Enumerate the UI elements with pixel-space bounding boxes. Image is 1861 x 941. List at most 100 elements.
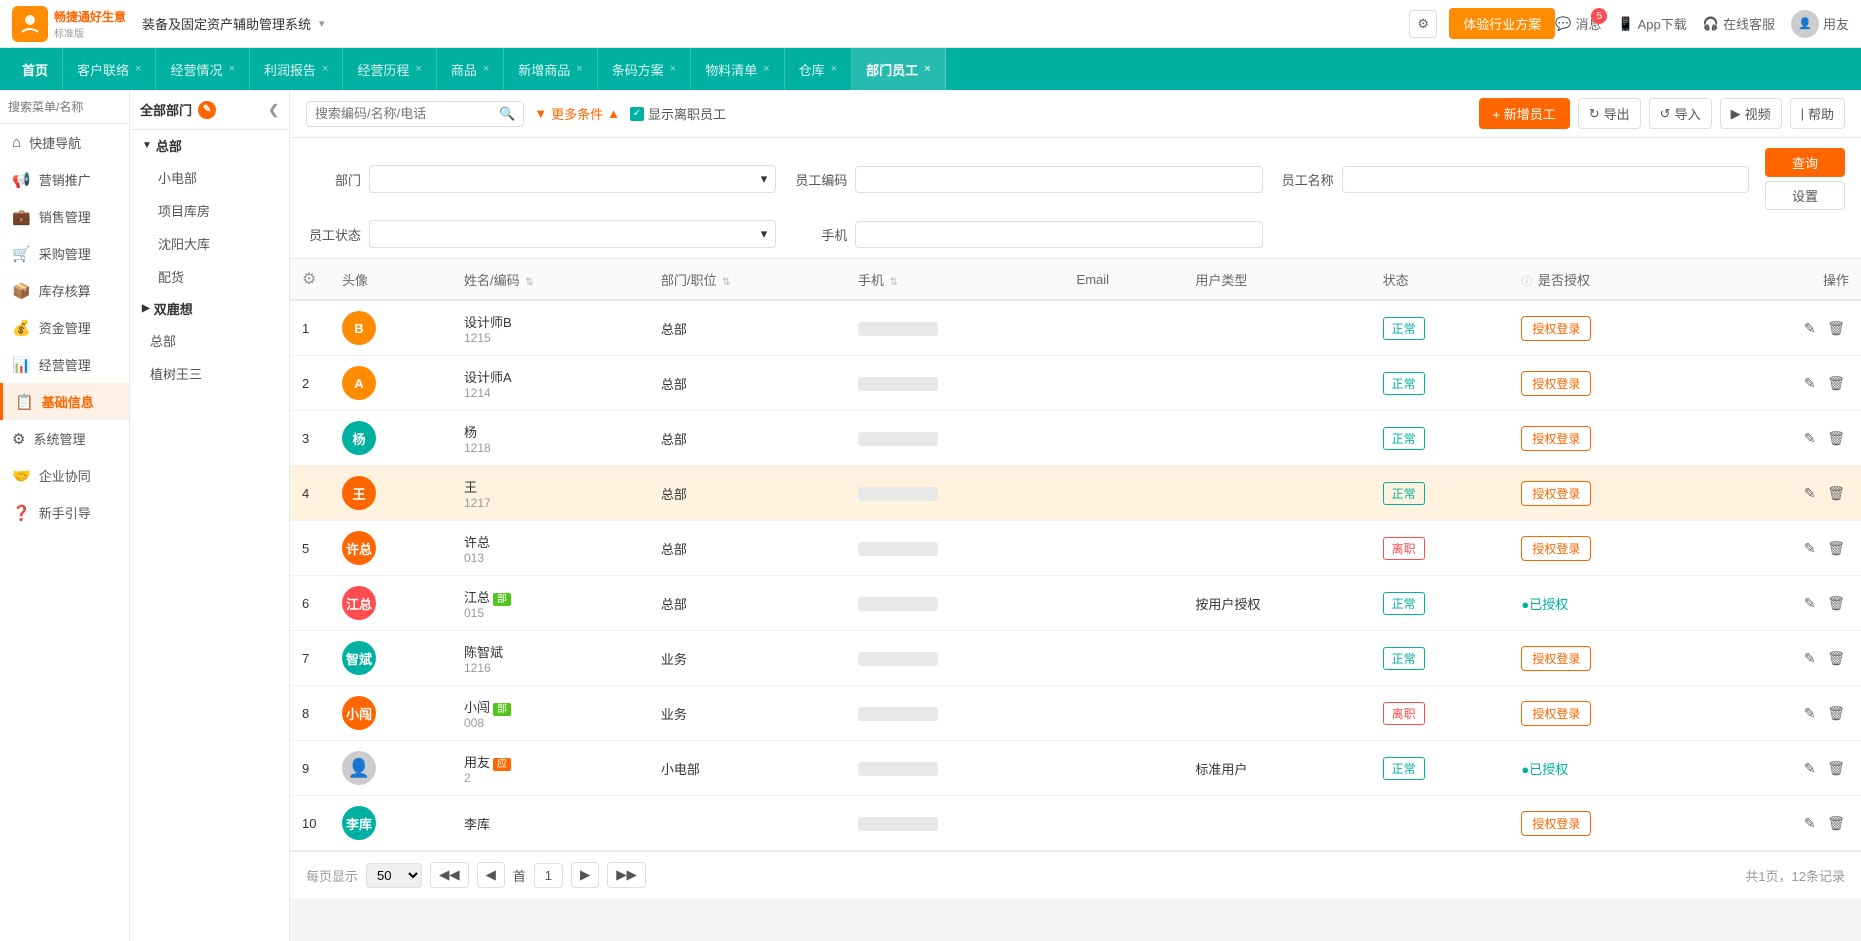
nav-tab-利润报告[interactable]: 利润报告×	[250, 48, 343, 90]
delete-button[interactable]: 🗑	[1823, 593, 1849, 614]
online-service-button[interactable]: 🎧 在线客服	[1703, 14, 1775, 33]
app-download-button[interactable]: 📱 App下载	[1617, 14, 1686, 33]
show-resigned-checkbox[interactable]: ✓	[630, 107, 644, 121]
status-filter-select[interactable]: ▾	[369, 220, 776, 248]
show-resigned-toggle[interactable]: ✓ 显示离职员工	[630, 104, 726, 123]
tab-close-icon[interactable]: ×	[322, 63, 328, 75]
table-settings-icon[interactable]: ⚙	[302, 271, 316, 288]
auth-login-button[interactable]: 授权登录	[1521, 316, 1591, 341]
edit-button[interactable]: ✎	[1800, 318, 1820, 339]
tab-close-icon[interactable]: ×	[763, 63, 769, 75]
query-button[interactable]: 查询	[1765, 148, 1845, 177]
tab-close-icon[interactable]: ×	[135, 63, 141, 75]
sidebar-search-input[interactable]	[8, 100, 130, 114]
tab-close-icon[interactable]: ×	[483, 63, 489, 75]
edit-button[interactable]: ✎	[1800, 373, 1820, 394]
dept-group-shuanglu[interactable]: ▶ 双鹿想	[130, 293, 289, 324]
nav-tab-经营情况[interactable]: 经营情况×	[156, 48, 249, 90]
title-dropdown-icon[interactable]: ▾	[319, 17, 325, 30]
nav-tab-物料清单[interactable]: 物料清单×	[691, 48, 784, 90]
edit-button[interactable]: ✎	[1800, 428, 1820, 449]
view-button[interactable]: ▶ 视频	[1720, 98, 1782, 129]
set-button[interactable]: 设置	[1765, 181, 1845, 210]
sidebar-item-basic[interactable]: 📋基础信息	[0, 383, 129, 420]
employee-search-input[interactable]	[315, 106, 495, 121]
nav-tab-部门员工[interactable]: 部门员工×	[852, 48, 945, 90]
nav-tab-经营历程[interactable]: 经营历程×	[343, 48, 436, 90]
delete-button[interactable]: 🗑	[1823, 758, 1849, 779]
prev-page-button[interactable]: ◀	[477, 862, 505, 888]
empcode-filter-input[interactable]	[855, 166, 1262, 193]
tab-close-icon[interactable]: ×	[670, 63, 676, 75]
message-button[interactable]: 💬 消息 5	[1555, 14, 1601, 33]
dept-item-zongbu2[interactable]: 总部	[130, 324, 289, 357]
delete-button[interactable]: 🗑	[1823, 483, 1849, 504]
dept-item-shenyang[interactable]: 沈阳大库	[138, 227, 289, 260]
trial-button[interactable]: 体验行业方案	[1449, 8, 1555, 39]
auth-login-button[interactable]: 授权登录	[1521, 701, 1591, 726]
auth-login-button[interactable]: 授权登录	[1521, 811, 1591, 836]
nav-tab-首页[interactable]: 首页	[8, 48, 63, 90]
sidebar-item-purchase[interactable]: 🛒采购管理	[0, 235, 129, 272]
edit-button[interactable]: ✎	[1800, 703, 1820, 724]
user-menu[interactable]: 👤 用友	[1791, 10, 1849, 38]
dept-item-xiangmukuku[interactable]: 项目库房	[138, 194, 289, 227]
gear-button[interactable]: ⚙	[1409, 10, 1437, 38]
nav-tab-客户联络[interactable]: 客户联络×	[63, 48, 156, 90]
sidebar-item-sales[interactable]: 💼销售管理	[0, 198, 129, 235]
tab-close-icon[interactable]: ×	[831, 63, 837, 75]
dept-item-zhishu[interactable]: 植树王三	[130, 357, 289, 390]
nav-tab-条码方案[interactable]: 条码方案×	[598, 48, 691, 90]
tab-close-icon[interactable]: ×	[415, 63, 421, 75]
auth-login-button[interactable]: 授权登录	[1521, 536, 1591, 561]
dept-item-xiaodianbu[interactable]: 小电部	[138, 161, 289, 194]
phone-filter-input[interactable]	[855, 221, 1262, 248]
tab-close-icon[interactable]: ×	[576, 63, 582, 75]
nav-tab-新增商品[interactable]: 新增商品×	[504, 48, 597, 90]
dept-group-zongbu-label[interactable]: ▼ 总部	[130, 130, 289, 161]
col-name[interactable]: 姓名/编码 ⇅	[452, 259, 649, 300]
edit-button[interactable]: ✎	[1800, 813, 1820, 834]
sidebar-item-guide[interactable]: ❓新手引导	[0, 494, 129, 531]
dept-filter-select[interactable]: ▾	[369, 165, 776, 193]
col-phone[interactable]: 手机 ⇅	[846, 259, 1065, 300]
sidebar-item-inventory[interactable]: 📦库存核算	[0, 272, 129, 309]
edit-button[interactable]: ✎	[1800, 483, 1820, 504]
first-page-button[interactable]: ◀◀	[430, 862, 469, 888]
next-page-button[interactable]: ▶	[571, 862, 599, 888]
nav-tab-商品[interactable]: 商品×	[437, 48, 504, 90]
edit-button[interactable]: ✎	[1800, 538, 1820, 559]
sidebar-item-quick-nav[interactable]: ⌂快捷导航	[0, 124, 129, 161]
sidebar-item-operations[interactable]: 📊经营管理	[0, 346, 129, 383]
export-button[interactable]: ↻ 导出	[1578, 98, 1641, 129]
sidebar-item-system[interactable]: ⚙系统管理	[0, 420, 129, 457]
more-filter-button[interactable]: ▼ 更多条件 ▲	[534, 104, 620, 123]
sidebar-item-corp[interactable]: 🤝企业协同	[0, 457, 129, 494]
empname-filter-input[interactable]	[1342, 166, 1749, 193]
edit-button[interactable]: ✎	[1800, 593, 1820, 614]
col-dept[interactable]: 部门/职位 ⇅	[649, 259, 846, 300]
import-button[interactable]: ↺ 导入	[1649, 98, 1712, 129]
edit-button[interactable]: ✎	[1800, 648, 1820, 669]
delete-button[interactable]: 🗑	[1823, 428, 1849, 449]
tab-close-icon[interactable]: ×	[924, 63, 930, 75]
auth-login-button[interactable]: 授权登录	[1521, 426, 1591, 451]
auth-login-button[interactable]: 授权登录	[1521, 646, 1591, 671]
tab-close-icon[interactable]: ×	[228, 63, 234, 75]
sidebar-item-marketing[interactable]: 📢营销推广	[0, 161, 129, 198]
last-page-button[interactable]: ▶▶	[607, 862, 646, 888]
delete-button[interactable]: 🗑	[1823, 813, 1849, 834]
help-button[interactable]: | 帮助	[1790, 98, 1845, 129]
sidebar-item-finance[interactable]: 💰资金管理	[0, 309, 129, 346]
edit-button[interactable]: ✎	[1800, 758, 1820, 779]
delete-button[interactable]: 🗑	[1823, 538, 1849, 559]
current-page-input[interactable]: 1	[534, 863, 563, 888]
nav-tab-仓库[interactable]: 仓库×	[785, 48, 852, 90]
delete-button[interactable]: 🗑	[1823, 373, 1849, 394]
auth-login-button[interactable]: 授权登录	[1521, 371, 1591, 396]
page-size-select[interactable]: 50 100 200	[366, 863, 422, 888]
dept-item-peihuo[interactable]: 配货	[138, 260, 289, 293]
delete-button[interactable]: 🗑	[1823, 648, 1849, 669]
add-employee-button[interactable]: + 新增员工	[1479, 98, 1570, 129]
col-settings[interactable]: ⚙	[290, 259, 330, 300]
